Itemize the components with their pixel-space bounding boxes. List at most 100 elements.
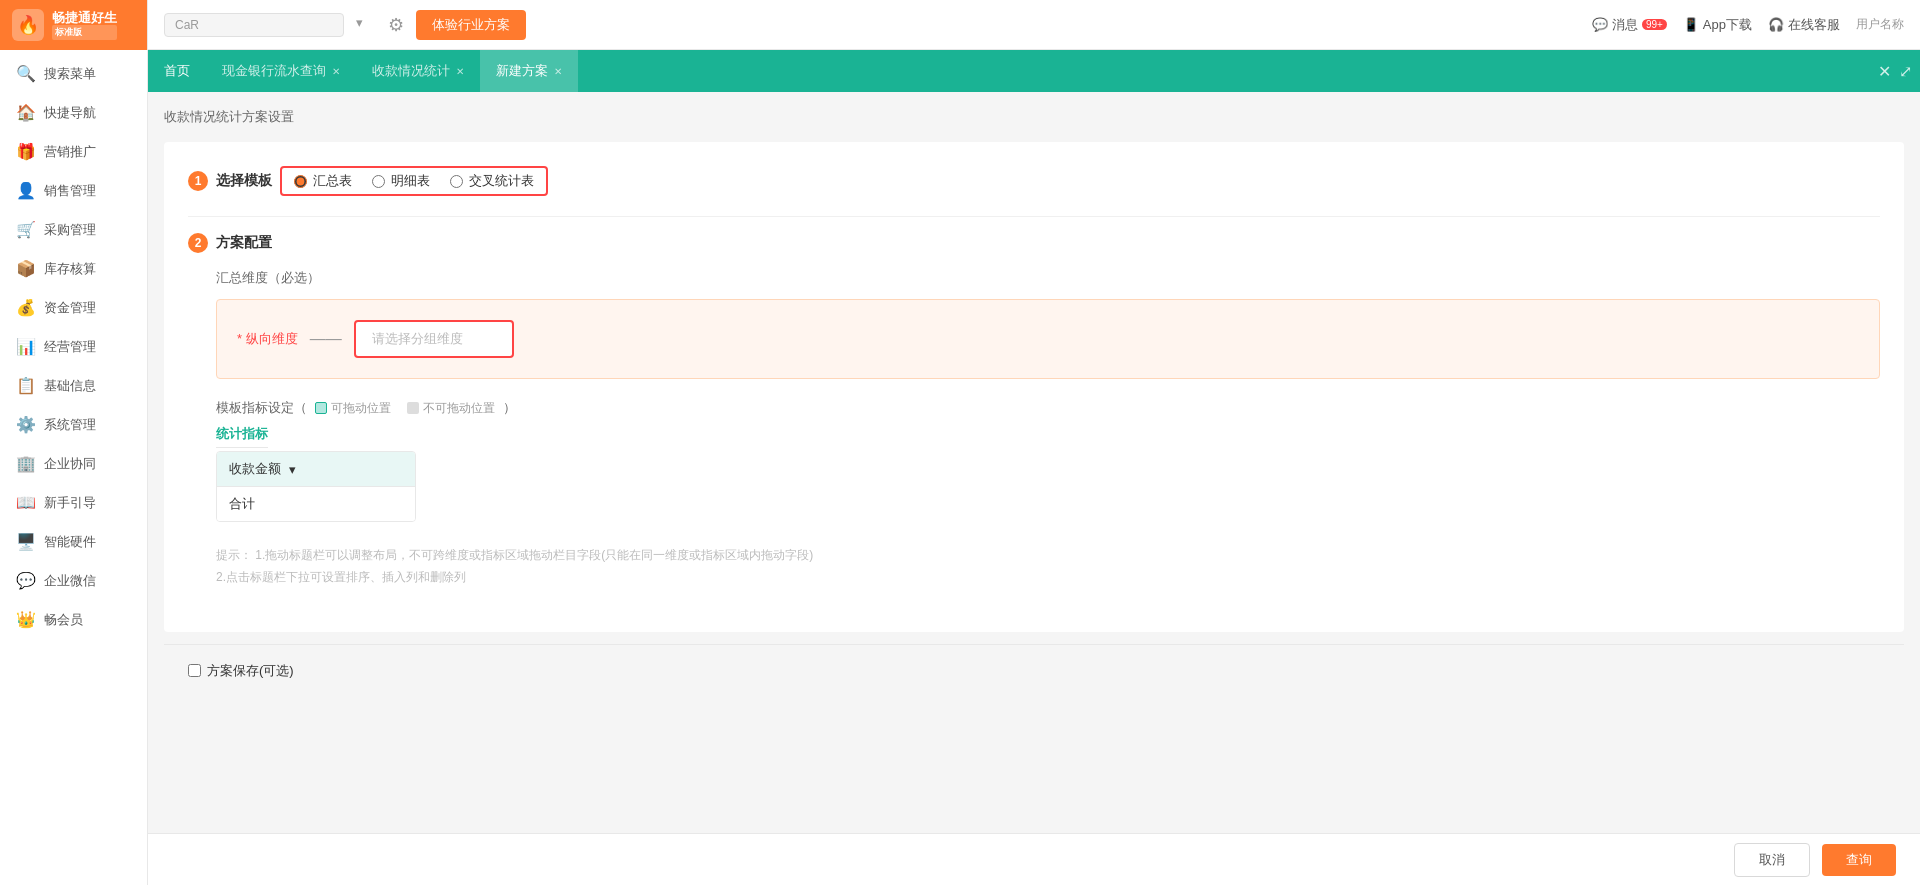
- metrics-section-title: 统计指标: [216, 420, 268, 448]
- tab-bank-label: 现金银行流水查询: [222, 62, 326, 80]
- topbar: ▾ ⚙ 体验行业方案 💬 消息 99+ 📱 App下载 🎧 在线客服 用户名称: [148, 0, 1920, 50]
- sidebar-label-member: 畅会员: [44, 611, 83, 629]
- dimension-select[interactable]: 请选择分组维度: [354, 320, 514, 358]
- save-checkbox-label[interactable]: 方案保存(可选): [188, 662, 294, 680]
- sidebar-label-sales: 销售管理: [44, 182, 96, 200]
- gear-icon: ⚙️: [16, 415, 36, 434]
- radio-summary[interactable]: 汇总表: [294, 172, 352, 190]
- radio-summary-label: 汇总表: [313, 172, 352, 190]
- radio-detail-input[interactable]: [372, 175, 385, 188]
- sidebar-label-guide: 新手引导: [44, 494, 96, 512]
- metrics-header: 模板指标设定（ 可拖动位置 不可拖动位置 ）: [216, 399, 1880, 417]
- service-label: 在线客服: [1788, 16, 1840, 34]
- dropdown-icon[interactable]: ▾: [356, 15, 376, 35]
- footer-section: 方案保存(可选): [164, 644, 1904, 696]
- sidebar-item-system[interactable]: ⚙️ 系统管理: [0, 405, 147, 444]
- save-checkbox[interactable]: [188, 664, 201, 677]
- tab-receipt[interactable]: 收款情况统计 ✕: [356, 50, 480, 92]
- radio-cross-input[interactable]: [450, 175, 463, 188]
- sidebar-item-nav[interactable]: 🏠 快捷导航: [0, 93, 147, 132]
- sidebar-item-purchase[interactable]: 🛒 采购管理: [0, 210, 147, 249]
- sidebar-item-coop[interactable]: 🏢 企业协同: [0, 444, 147, 483]
- step1-section: 1 选择模板 汇总表 明细表: [188, 166, 1880, 196]
- tab-new-plan-label: 新建方案: [496, 62, 548, 80]
- gift-icon: 🎁: [16, 142, 36, 161]
- metrics-col-dropdown[interactable]: ▾: [289, 462, 296, 477]
- sidebar-label-ops: 经营管理: [44, 338, 96, 356]
- metrics-header-end: ）: [503, 399, 516, 417]
- sidebar-item-finance[interactable]: 💰 资金管理: [0, 288, 147, 327]
- config-card: 1 选择模板 汇总表 明细表: [164, 142, 1904, 632]
- sidebar-item-basic[interactable]: 📋 基础信息: [0, 366, 147, 405]
- building-icon: 🏢: [16, 454, 36, 473]
- message-item[interactable]: 💬 消息 99+: [1592, 16, 1667, 34]
- action-bar: 取消 查询: [148, 833, 1920, 885]
- step2-section: 2 方案配置 汇总维度（必选） 纵向维度 —— 请选择分组维度: [188, 233, 1880, 588]
- home-icon: 🏠: [16, 103, 36, 122]
- download-icon: 📱: [1683, 17, 1699, 32]
- tab-bank[interactable]: 现金银行流水查询 ✕: [206, 50, 356, 92]
- sidebar-label-wechat: 企业微信: [44, 572, 96, 590]
- sidebar-item-hardware[interactable]: 🖥️ 智能硬件: [0, 522, 147, 561]
- window-close-icon[interactable]: ✕: [1878, 62, 1891, 81]
- window-maximize-icon[interactable]: ⤢: [1899, 62, 1912, 81]
- download-item[interactable]: 📱 App下载: [1683, 16, 1752, 34]
- message-label: 消息: [1612, 16, 1638, 34]
- draggable-dot: [315, 402, 327, 414]
- legend-non-draggable: 不可拖动位置: [407, 400, 495, 417]
- sidebar-item-wechat[interactable]: 💬 企业微信: [0, 561, 147, 600]
- radio-cross[interactable]: 交叉统计表: [450, 172, 534, 190]
- tab-home[interactable]: 首页: [148, 50, 206, 92]
- radio-summary-input[interactable]: [294, 175, 307, 188]
- sidebar-item-inventory[interactable]: 📦 库存核算: [0, 249, 147, 288]
- settings-icon[interactable]: ⚙: [388, 14, 404, 36]
- search-input[interactable]: [164, 13, 344, 37]
- sidebar-label-nav: 快捷导航: [44, 104, 96, 122]
- tab-new-plan[interactable]: 新建方案 ✕: [480, 50, 578, 92]
- sidebar-item-marketing[interactable]: 🎁 营销推广: [0, 132, 147, 171]
- step1-num: 1: [188, 171, 208, 191]
- tab-new-plan-close[interactable]: ✕: [554, 66, 562, 77]
- tips-section: 提示： 1.拖动标题栏可以调整布局，不可跨维度或指标区域拖动栏目字段(只能在同一…: [216, 545, 1880, 588]
- sidebar-label-marketing: 营销推广: [44, 143, 96, 161]
- metrics-table: 收款金额 ▾ 合计: [216, 451, 416, 522]
- logo-edition: 标准版: [52, 25, 117, 40]
- trial-button[interactable]: 体验行业方案: [416, 10, 526, 40]
- download-label: App下载: [1703, 16, 1752, 34]
- metrics-col-label: 收款金额: [229, 460, 281, 478]
- service-item[interactable]: 🎧 在线客服: [1768, 16, 1840, 34]
- metrics-table-header[interactable]: 收款金额 ▾: [217, 452, 415, 487]
- radio-detail-label: 明细表: [391, 172, 430, 190]
- query-button[interactable]: 查询: [1822, 844, 1896, 876]
- chat-icon: 💬: [16, 571, 36, 590]
- logo: 🔥 畅捷通好生 标准版: [0, 0, 147, 50]
- sidebar-label-purchase: 采购管理: [44, 221, 96, 239]
- non-draggable-label: 不可拖动位置: [423, 400, 495, 417]
- tab-bank-close[interactable]: ✕: [332, 66, 340, 77]
- step1-header: 1 选择模板 汇总表 明细表: [188, 166, 1880, 196]
- message-badge: 99+: [1642, 19, 1667, 30]
- sidebar-item-guide[interactable]: 📖 新手引导: [0, 483, 147, 522]
- tip-2: 2.点击标题栏下拉可设置排序、插入列和删除列: [216, 567, 1880, 589]
- sidebar-item-search[interactable]: 🔍 搜索菜单: [0, 54, 147, 93]
- sidebar-label-hardware: 智能硬件: [44, 533, 96, 551]
- radio-cross-label: 交叉统计表: [469, 172, 534, 190]
- sidebar-item-ops[interactable]: 📊 经营管理: [0, 327, 147, 366]
- tab-receipt-close[interactable]: ✕: [456, 66, 464, 77]
- tab-home-label: 首页: [164, 62, 190, 80]
- legend-draggable: 可拖动位置: [315, 400, 391, 417]
- divider1: [188, 216, 1880, 217]
- clipboard-icon: 📋: [16, 376, 36, 395]
- sidebar-item-sales[interactable]: 👤 销售管理: [0, 171, 147, 210]
- sidebar-item-member[interactable]: 👑 畅会员: [0, 600, 147, 639]
- cart-icon: 🛒: [16, 220, 36, 239]
- main-area: ▾ ⚙ 体验行业方案 💬 消息 99+ 📱 App下载 🎧 在线客服 用户名称 …: [148, 0, 1920, 885]
- logo-name: 畅捷通好生: [52, 10, 117, 26]
- crown-icon: 👑: [16, 610, 36, 629]
- cancel-button[interactable]: 取消: [1734, 843, 1810, 877]
- topbar-right: 💬 消息 99+ 📱 App下载 🎧 在线客服 用户名称: [1592, 16, 1904, 34]
- radio-detail[interactable]: 明细表: [372, 172, 430, 190]
- metrics-area: 模板指标设定（ 可拖动位置 不可拖动位置 ） 统计指标: [216, 399, 1880, 588]
- box-icon: 📦: [16, 259, 36, 278]
- monitor-icon: 🖥️: [16, 532, 36, 551]
